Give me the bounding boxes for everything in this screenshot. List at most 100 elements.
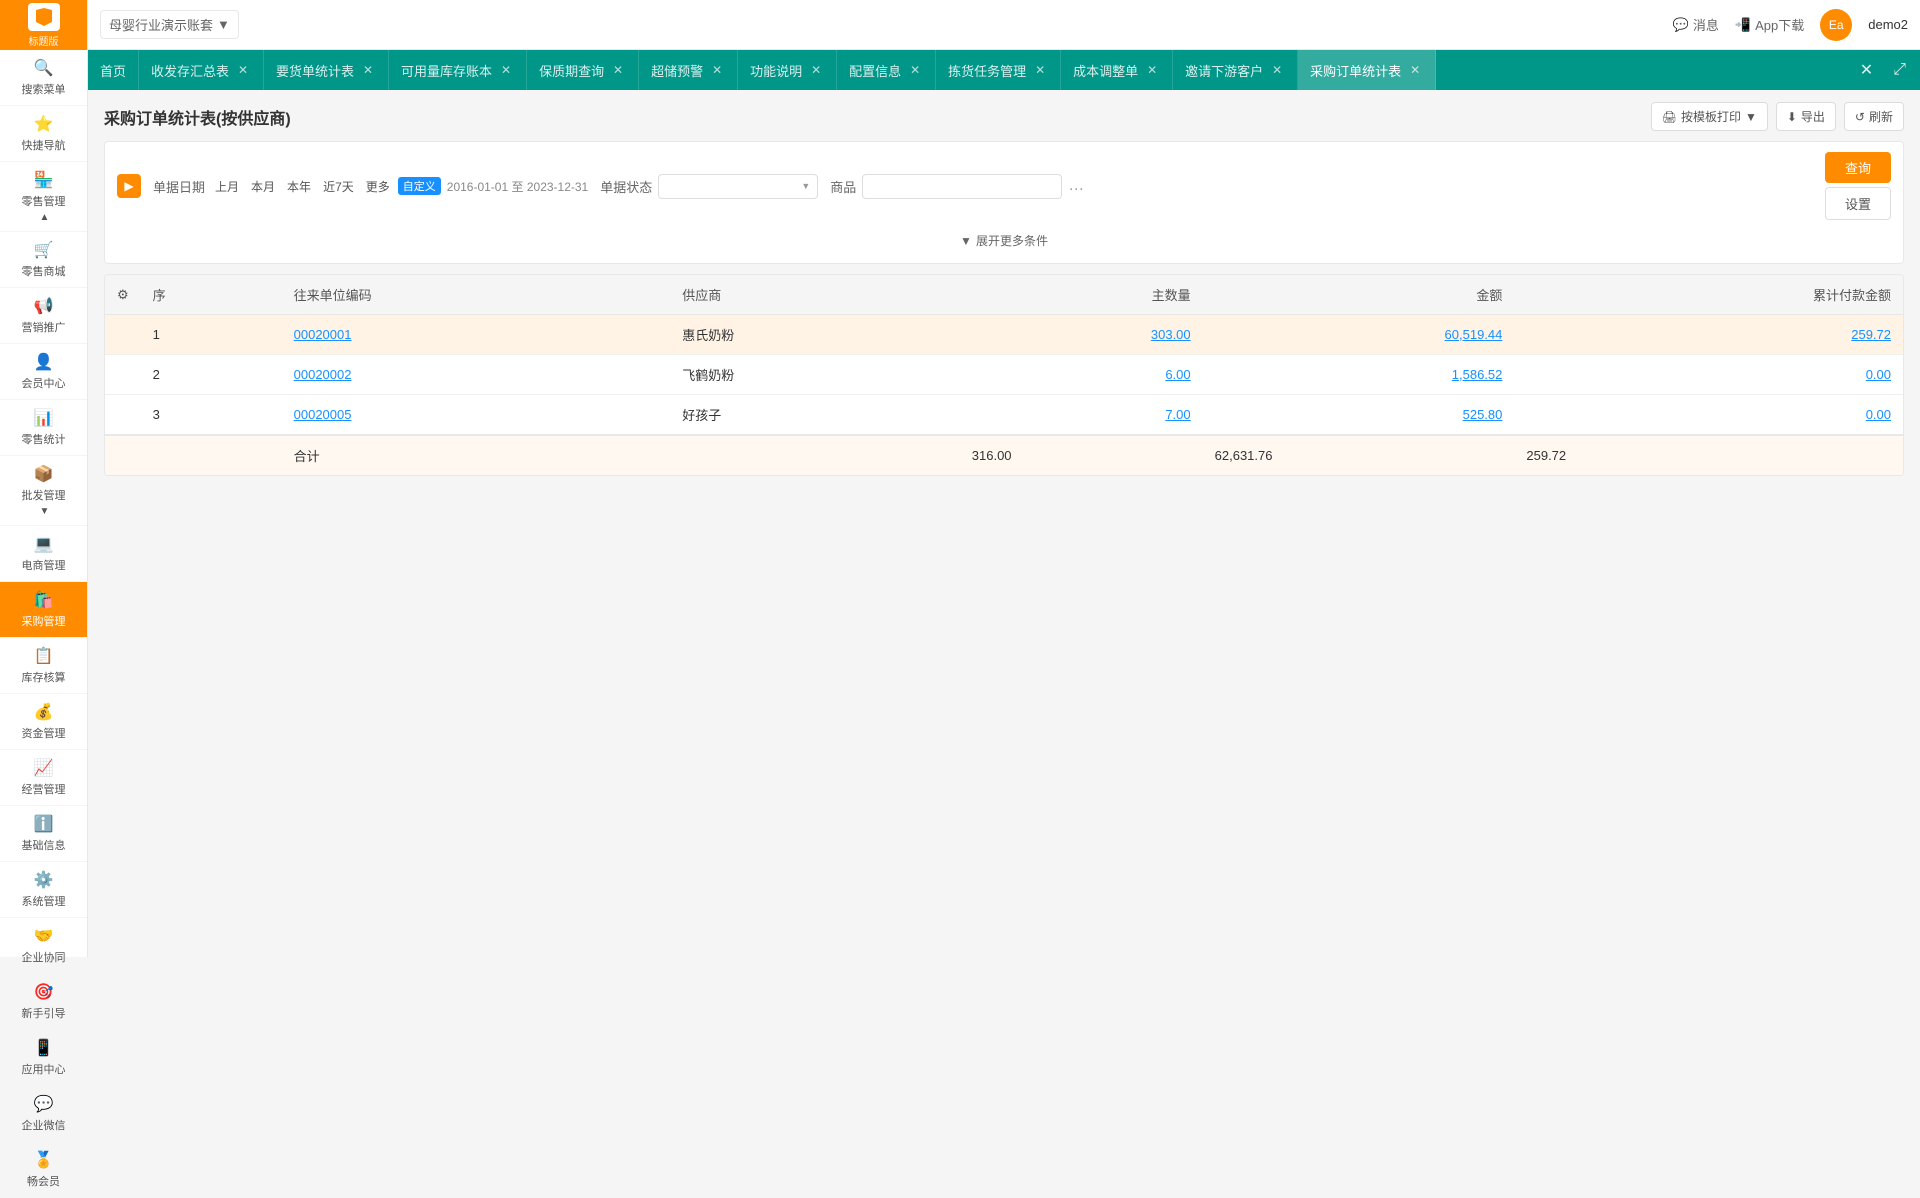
tab-overstock-alert[interactable]: 超储预警 ✕	[639, 50, 738, 90]
sidebar-item-search[interactable]: 🔍 搜索菜单	[0, 50, 87, 106]
refresh-btn[interactable]: ↺ 刷新	[1844, 102, 1904, 131]
wholesale-icon: 📦	[34, 464, 54, 484]
amount-link-1[interactable]: 60,519.44	[1445, 327, 1503, 342]
sidebar-item-new-guide[interactable]: 🎯 新手引导	[0, 974, 87, 1030]
sidebar-item-retail-stats[interactable]: 📊 零售统计	[0, 400, 87, 456]
sidebar-item-member[interactable]: 🏅 畅会员	[0, 1142, 87, 1198]
sidebar-item-purchase[interactable]: 🛍️ 采购管理	[0, 582, 87, 638]
tab-receive-summary[interactable]: 收发存汇总表 ✕	[139, 50, 264, 90]
supplier-code-link-3[interactable]: 00020005	[294, 407, 352, 422]
finance-icon: 💰	[34, 702, 54, 722]
tab-expiry-query-close[interactable]: ✕	[610, 62, 626, 78]
sidebar-item-wholesale[interactable]: 📦 批发管理 ▼	[0, 456, 87, 526]
col-main-qty: 主数量	[960, 275, 1203, 315]
filter-group-goods: 商品 …	[830, 174, 1084, 199]
date-shortcut-more[interactable]: 更多	[362, 177, 394, 196]
footer-amount: 62,631.76	[1203, 435, 1515, 475]
tab-picking-task[interactable]: 拣货任务管理 ✕	[936, 50, 1061, 90]
sidebar-item-quick-nav[interactable]: ⭐ 快捷导航	[0, 106, 87, 162]
tab-cost-adjust-close[interactable]: ✕	[1144, 62, 1160, 78]
expand-label: 展开更多条件	[976, 232, 1048, 249]
tab-bar-actions: ✕ ⤢	[1846, 50, 1920, 90]
tab-picking-task-close[interactable]: ✕	[1032, 62, 1048, 78]
paid-link-1[interactable]: 259.72	[1851, 327, 1891, 342]
tab-function-desc[interactable]: 功能说明 ✕	[738, 50, 837, 90]
table-row: 3 00020005 好孩子 7.00 525.80 0.00	[105, 395, 1903, 436]
footer-main-qty: 316.00	[960, 435, 1203, 475]
tab-invite-downstream[interactable]: 邀请下游客户 ✕	[1173, 50, 1298, 90]
row-supplier-name-3: 好孩子	[670, 395, 960, 436]
workspace-selector[interactable]: 母婴行业演示账套 ▼	[100, 10, 239, 39]
query-btn[interactable]: 查询	[1825, 152, 1891, 183]
tab-function-desc-close[interactable]: ✕	[808, 62, 824, 78]
date-shortcut-this-year[interactable]: 本年	[283, 177, 315, 196]
main-qty-link-2[interactable]: 6.00	[1165, 367, 1190, 382]
sidebar-item-enterprise-wechat[interactable]: 💬 企业微信	[0, 1086, 87, 1142]
expand-more-btn[interactable]: ▼ 展开更多条件	[952, 228, 1056, 253]
col-supplier-name: 供应商	[670, 275, 960, 315]
date-shortcut-7days[interactable]: 近7天	[319, 177, 358, 196]
template-print-btn[interactable]: 🖨 按模板打印 ▼	[1651, 102, 1768, 131]
tab-expand-btn[interactable]: ⤢	[1887, 59, 1912, 81]
tab-cost-adjust[interactable]: 成本调整单 ✕	[1061, 50, 1173, 90]
sidebar-item-ecommerce[interactable]: 💻 电商管理	[0, 526, 87, 582]
filter-collapse-btn[interactable]: ▶	[117, 174, 141, 198]
app-download-btn[interactable]: 📲 App下载	[1735, 15, 1804, 34]
sidebar-item-inventory[interactable]: 📋 库存核算	[0, 638, 87, 694]
custom-date-badge[interactable]: 自定义	[398, 177, 441, 195]
supplier-code-link-1[interactable]: 00020001	[294, 327, 352, 342]
main-qty-link-3[interactable]: 7.00	[1165, 407, 1190, 422]
settings-btn[interactable]: 设置	[1825, 187, 1891, 220]
expand-row: ▼ 展开更多条件	[117, 228, 1891, 253]
app-download-icon: 📲	[1735, 17, 1751, 33]
tab-expiry-query[interactable]: 保质期查询 ✕	[527, 50, 639, 90]
paid-link-2[interactable]: 0.00	[1866, 367, 1891, 382]
tab-overstock-alert-close[interactable]: ✕	[709, 62, 725, 78]
tab-invite-downstream-close[interactable]: ✕	[1269, 62, 1285, 78]
tab-order-stats[interactable]: 要货单统计表 ✕	[264, 50, 389, 90]
tab-close-all-btn[interactable]: ✕	[1854, 58, 1879, 82]
date-shortcut-this-month[interactable]: 本月	[247, 177, 279, 196]
export-btn[interactable]: ⬇ 导出	[1776, 102, 1836, 131]
sidebar-item-membership[interactable]: 👤 会员中心	[0, 344, 87, 400]
main-qty-link-1[interactable]: 303.00	[1151, 327, 1191, 342]
row-paid-1: 259.72	[1514, 315, 1903, 355]
app-logo: 标题版	[0, 0, 87, 50]
tab-available-stock-close[interactable]: ✕	[498, 62, 514, 78]
new-guide-icon: 🎯	[34, 982, 54, 1002]
tab-purchase-stats[interactable]: 采购订单统计表 ✕	[1298, 50, 1436, 90]
goods-filter-input[interactable]	[862, 174, 1062, 199]
tab-order-stats-close[interactable]: ✕	[360, 62, 376, 78]
status-select[interactable]	[658, 174, 818, 199]
tab-purchase-stats-close[interactable]: ✕	[1407, 62, 1423, 78]
amount-link-2[interactable]: 1,586.52	[1452, 367, 1503, 382]
goods-more-btn[interactable]: …	[1068, 177, 1084, 195]
tab-config-info-close[interactable]: ✕	[907, 62, 923, 78]
date-shortcut-last-month[interactable]: 上月	[211, 177, 243, 196]
row-supplier-code-2: 00020002	[282, 355, 671, 395]
sidebar-item-enterprise[interactable]: 🤝 企业协同	[0, 918, 87, 974]
sidebar-item-system[interactable]: ⚙️ 系统管理	[0, 862, 87, 918]
sidebar-item-basic-info[interactable]: ℹ️ 基础信息	[0, 806, 87, 862]
message-btn[interactable]: 💬 消息	[1673, 15, 1719, 34]
main-area: 母婴行业演示账套 ▼ 💬 消息 📲 App下载 Ea demo2 首页 收发存汇…	[88, 0, 1920, 957]
row-main-qty-2: 6.00	[960, 355, 1203, 395]
sidebar-item-retail-mall[interactable]: 🛒 零售商城	[0, 232, 87, 288]
sidebar-item-app-center[interactable]: 📱 应用中心	[0, 1030, 87, 1086]
paid-link-3[interactable]: 0.00	[1866, 407, 1891, 422]
user-avatar[interactable]: Ea	[1820, 9, 1852, 41]
tab-overstock-alert-label: 超储预警	[651, 61, 703, 80]
tab-available-stock[interactable]: 可用量库存账本 ✕	[389, 50, 527, 90]
date-shortcuts: 上月 本月 本年 近7天 更多 自定义	[211, 177, 441, 196]
sidebar-item-marketing[interactable]: 📢 营销推广	[0, 288, 87, 344]
tab-home[interactable]: 首页	[88, 50, 139, 90]
tab-config-info[interactable]: 配置信息 ✕	[837, 50, 936, 90]
amount-link-3[interactable]: 525.80	[1463, 407, 1503, 422]
supplier-code-link-2[interactable]: 00020002	[294, 367, 352, 382]
filter-group-date: 单据日期 上月 本月 本年 近7天 更多 自定义 2016-01-01 至 20…	[153, 177, 588, 196]
sidebar-item-retail[interactable]: 🏪 零售管理 ▲	[0, 162, 87, 232]
sidebar-item-operation[interactable]: 📈 经营管理	[0, 750, 87, 806]
sidebar-item-finance[interactable]: 💰 资金管理	[0, 694, 87, 750]
purchase-icon: 🛍️	[34, 590, 54, 610]
tab-receive-summary-close[interactable]: ✕	[235, 62, 251, 78]
